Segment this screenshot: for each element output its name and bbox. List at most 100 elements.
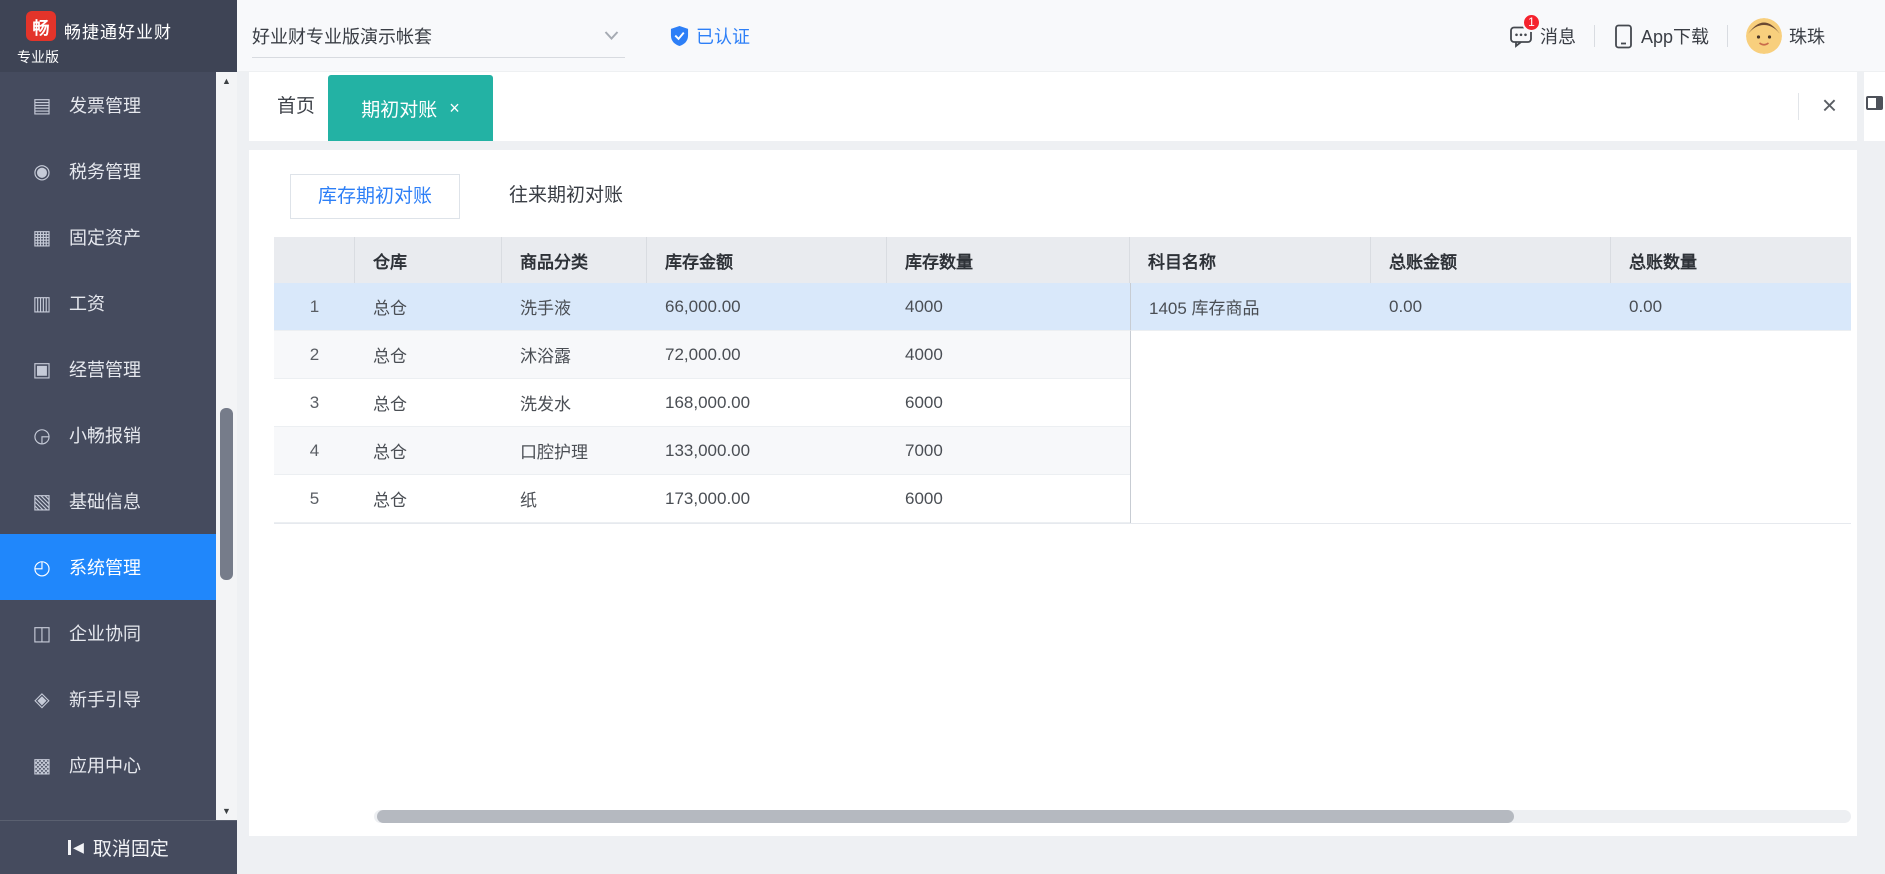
cell-ledger-amount xyxy=(1371,331,1611,379)
horizontal-scrollbar-thumb[interactable] xyxy=(377,810,1514,823)
cell-stock-qty: 4000 xyxy=(887,283,1130,331)
sidebar-item-label: 工资 xyxy=(69,294,105,314)
opening-balance-table: 仓库 商品分类 库存金额 库存数量 科目名称 总账金额 总账数量 1 总仓 洗手… xyxy=(274,237,1851,524)
cell-ledger-qty: 0.00 xyxy=(1611,283,1851,331)
table-row[interactable]: 2 总仓 沐浴露 72,000.00 4000 xyxy=(274,331,1851,379)
cell-index: 1 xyxy=(274,283,355,331)
sidebar-item-label: 发票管理 xyxy=(69,96,141,116)
header-account-name: 科目名称 xyxy=(1130,237,1371,283)
cell-account-name xyxy=(1130,331,1371,379)
cell-stock-qty: 6000 xyxy=(887,379,1130,427)
sidebar-item-invoice[interactable]: ▤ 发票管理 xyxy=(0,72,216,138)
sidebar-item-label: 固定资产 xyxy=(69,228,141,248)
table-row[interactable]: 3 总仓 洗发水 168,000.00 6000 xyxy=(274,379,1851,427)
cell-stock-amount: 173,000.00 xyxy=(647,475,887,523)
username: 珠珠 xyxy=(1789,27,1825,47)
horizontal-scrollbar[interactable] xyxy=(374,810,1851,823)
sidebar-item-label: 税务管理 xyxy=(69,162,141,182)
cell-stock-amount: 133,000.00 xyxy=(647,427,887,475)
sidebar-item-app-center[interactable]: ▩ 应用中心 xyxy=(0,732,216,798)
header-category: 商品分类 xyxy=(502,237,647,283)
tab-close-icon[interactable]: × xyxy=(449,99,460,117)
messages-label: 消息 xyxy=(1539,27,1576,47)
topbar-actions: 1 消息 App下载 珠珠 xyxy=(1509,0,1825,72)
sidebar-item-collaboration[interactable]: ◫ 企业协同 xyxy=(0,600,216,666)
cell-category: 口腔护理 xyxy=(502,427,647,475)
cell-stock-amount: 168,000.00 xyxy=(647,379,887,427)
invoice-icon: ▤ xyxy=(32,94,52,117)
cell-account-name xyxy=(1130,379,1371,427)
sidebar-item-base-info[interactable]: ▧ 基础信息 xyxy=(0,468,216,534)
cell-ledger-qty xyxy=(1611,331,1851,379)
cell-account-name xyxy=(1130,427,1371,475)
sidebar-item-tax[interactable]: ◉ 税务管理 xyxy=(0,138,216,204)
brand-edition-label: 专业版 xyxy=(17,49,59,65)
cell-ledger-qty xyxy=(1611,427,1851,475)
header-warehouse: 仓库 xyxy=(355,237,502,283)
app-download-button[interactable]: App下载 xyxy=(1613,23,1709,49)
table-row[interactable]: 4 总仓 口腔护理 133,000.00 7000 xyxy=(274,427,1851,475)
cell-index: 3 xyxy=(274,379,355,427)
header-stock-amount: 库存金额 xyxy=(647,237,887,283)
cell-stock-amount: 72,000.00 xyxy=(647,331,887,379)
divider xyxy=(1798,93,1799,120)
content-tabs: 库存期初对账 往来期初对账 xyxy=(290,174,650,219)
cell-category: 纸 xyxy=(502,475,647,523)
messages-count-badge: 1 xyxy=(1521,13,1541,32)
brand-header: 畅 畅捷通好业财 专业版 xyxy=(0,0,237,72)
brand-logo-icon: 畅 xyxy=(26,11,56,41)
cell-account-name: 1405 库存商品 xyxy=(1130,283,1371,331)
sidebar-item-system[interactable]: ◴ 系统管理 xyxy=(0,534,216,600)
cell-category: 洗手液 xyxy=(502,283,647,331)
certified-badge[interactable]: 已认证 xyxy=(670,0,750,72)
sidebar-item-payroll[interactable]: ▥ 工资 xyxy=(0,270,216,336)
sidebar-menu: ▤ 发票管理 ◉ 税务管理 ▦ 固定资产 ▥ 工资 ▣ 经营管理 ◶ 小畅报销 xyxy=(0,72,216,798)
cell-index: 2 xyxy=(274,331,355,379)
tab-receivables-opening[interactable]: 往来期初对账 xyxy=(482,174,650,219)
sidebar-item-operations[interactable]: ▣ 经营管理 xyxy=(0,336,216,402)
page-tabbar: 首页 期初对账 × × xyxy=(249,72,1857,141)
tax-icon: ◉ xyxy=(33,160,51,183)
header-stock-qty: 库存数量 xyxy=(887,237,1130,283)
unpin-sidebar-button[interactable]: ◀ 取消固定 xyxy=(0,820,237,874)
sidebar-item-guide[interactable]: ◈ 新手引导 xyxy=(0,666,216,732)
collaboration-icon: ◫ xyxy=(32,622,52,645)
user-menu[interactable]: 珠珠 xyxy=(1746,18,1825,54)
unpin-label: 取消固定 xyxy=(92,839,169,860)
cell-stock-qty: 4000 xyxy=(887,331,1130,379)
unpin-icon: ◀ xyxy=(68,839,84,856)
table-row[interactable]: 5 总仓 纸 173,000.00 6000 xyxy=(274,475,1851,523)
sidebar-item-fixed-assets[interactable]: ▦ 固定资产 xyxy=(0,204,216,270)
sidebar-item-label: 应用中心 xyxy=(69,756,141,776)
sidebar-item-label: 系统管理 xyxy=(69,558,141,578)
close-current-tab-button[interactable]: × xyxy=(1816,72,1843,141)
cell-warehouse: 总仓 xyxy=(355,427,502,475)
cell-ledger-qty xyxy=(1611,379,1851,427)
scroll-up-icon[interactable]: ▲ xyxy=(216,72,237,90)
sidebar-scrollbar-thumb[interactable] xyxy=(220,408,233,580)
cell-ledger-amount xyxy=(1371,379,1611,427)
sidebar-item-label: 基础信息 xyxy=(69,492,141,512)
sidebar-item-label: 企业协同 xyxy=(69,624,141,644)
divider xyxy=(1593,25,1595,47)
sidebar-scrollbar[interactable]: ▲ ▼ xyxy=(216,72,237,820)
tab-home[interactable]: 首页 xyxy=(267,72,325,141)
app-download-label: App下载 xyxy=(1640,27,1709,47)
sidebar: 畅 畅捷通好业财 专业版 ▤ 发票管理 ◉ 税务管理 ▦ 固定资产 ▥ 工资 ▣ xyxy=(0,0,237,874)
cell-category: 沐浴露 xyxy=(502,331,647,379)
account-set-select[interactable]: 好业财专业版演示帐套 xyxy=(252,14,625,58)
table-row[interactable]: 1 总仓 洗手液 66,000.00 4000 1405 库存商品 0.00 0… xyxy=(274,283,1851,331)
sidebar-item-expense[interactable]: ◶ 小畅报销 xyxy=(0,402,216,468)
operations-icon: ▣ xyxy=(32,358,52,381)
messages-button[interactable]: 1 消息 xyxy=(1509,13,1576,49)
panel-toggle-icon[interactable] xyxy=(1866,96,1883,110)
scroll-down-icon[interactable]: ▼ xyxy=(216,802,237,820)
tab-inventory-opening[interactable]: 库存期初对账 xyxy=(290,174,461,219)
header-ledger-amount: 总账金额 xyxy=(1371,237,1611,283)
cell-ledger-amount: 0.00 xyxy=(1371,283,1611,331)
phone-icon xyxy=(1615,24,1632,48)
sidebar-item-label: 经营管理 xyxy=(69,360,141,380)
cell-stock-amount: 66,000.00 xyxy=(647,283,887,331)
tab-opening-balance[interactable]: 期初对账 × xyxy=(328,75,493,141)
cell-ledger-amount xyxy=(1371,427,1611,475)
